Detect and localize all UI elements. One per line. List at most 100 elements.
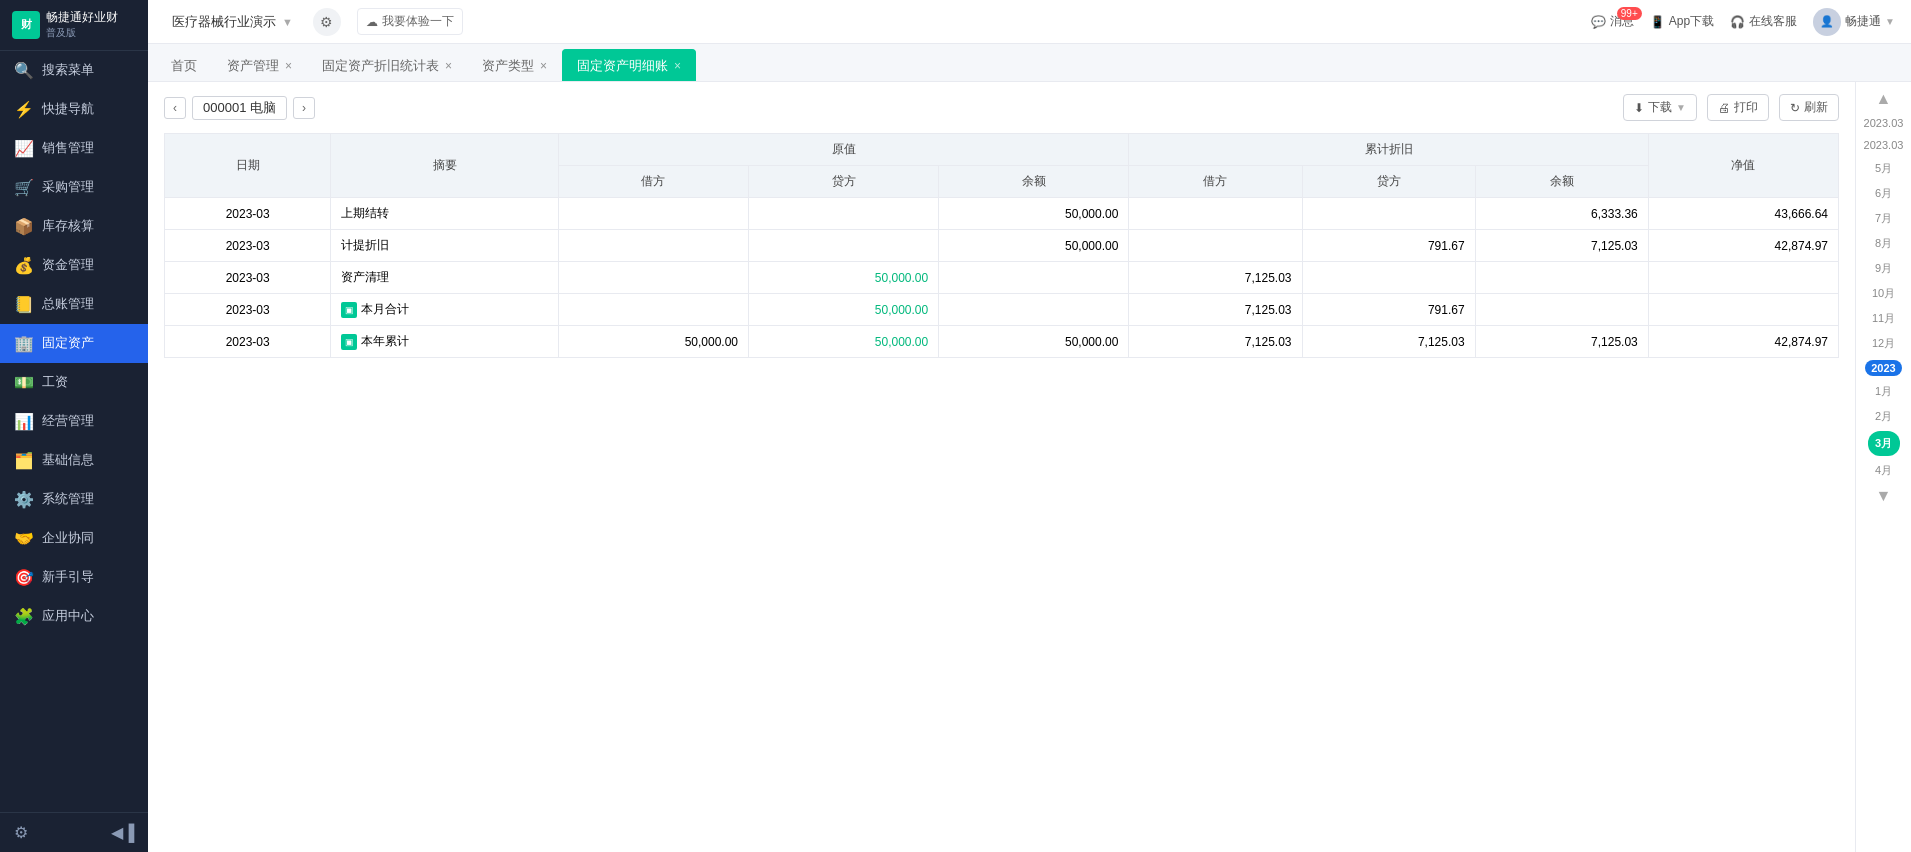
collapse-icon[interactable]: ◀▐ — [111, 823, 134, 842]
cell-orig-balance: 50,000.00 — [939, 230, 1129, 262]
cell-net — [1648, 262, 1838, 294]
asset-navigator: ‹ 000001 电脑 › — [164, 96, 315, 120]
sidebar-item-general-ledger[interactable]: 📒 总账管理 — [0, 285, 148, 324]
sidebar-item-guide[interactable]: 🎯 新手引导 — [0, 558, 148, 597]
sidebar-item-purchase[interactable]: 🛒 采购管理 — [0, 168, 148, 207]
chevron-down-icon: ▼ — [282, 16, 293, 28]
table-row: 2023-03 ▣本月合计 50,000.00 7,125.03 791.67 — [165, 294, 1839, 326]
timeline-month-6[interactable]: 6月 — [1856, 181, 1911, 206]
row-icon: ▣ — [341, 334, 357, 350]
sidebar-item-label: 搜索菜单 — [42, 61, 94, 79]
tab-close-icon[interactable]: × — [285, 59, 292, 73]
app-center-icon: 🧩 — [14, 607, 34, 626]
timeline-month-3-active[interactable]: 3月 — [1868, 431, 1900, 456]
message-button[interactable]: 💬 消息 99+ — [1591, 13, 1634, 30]
tab-home[interactable]: 首页 — [156, 49, 212, 81]
timeline-month-1[interactable]: 1月 — [1856, 379, 1911, 404]
timeline-month-11[interactable]: 11月 — [1856, 306, 1911, 331]
col-original: 原值 — [558, 134, 1129, 166]
sidebar-item-fixed-assets[interactable]: 🏢 固定资产 — [0, 324, 148, 363]
refresh-button[interactable]: ↻ 刷新 — [1779, 94, 1839, 121]
timeline-down-arrow[interactable]: ▼ — [1872, 483, 1896, 509]
cell-orig-credit: 50,000.00 — [749, 326, 939, 358]
tab-close-icon[interactable]: × — [445, 59, 452, 73]
sidebar-bottom: ⚙ ◀▐ — [0, 812, 148, 852]
service-button[interactable]: 🎧 在线客服 — [1730, 13, 1797, 30]
user-area[interactable]: 👤 畅捷通 ▼ — [1813, 8, 1895, 36]
timeline-month-10[interactable]: 10月 — [1856, 281, 1911, 306]
cell-acc-credit: 791.67 — [1302, 294, 1475, 326]
timeline-month-8[interactable]: 8月 — [1856, 231, 1911, 256]
experience-button[interactable]: ☁ 我要体验一下 — [357, 8, 463, 35]
tab-asset-detail[interactable]: 固定资产明细账 × — [562, 49, 696, 81]
download-icon: ⬇ — [1634, 101, 1644, 115]
company-selector[interactable]: 医疗器械行业演示 ▼ — [164, 9, 301, 35]
col-orig-credit: 贷方 — [749, 166, 939, 198]
tab-asset-type[interactable]: 资产类型 × — [467, 49, 562, 81]
sidebar-item-label: 资金管理 — [42, 256, 94, 274]
timeline-up-arrow[interactable]: ▲ — [1872, 86, 1896, 112]
timeline-month-7[interactable]: 7月 — [1856, 206, 1911, 231]
experience-label: 我要体验一下 — [382, 13, 454, 30]
message-icon: 💬 — [1591, 15, 1606, 29]
timeline-month-9[interactable]: 9月 — [1856, 256, 1911, 281]
sidebar-item-inventory[interactable]: 📦 库存核算 — [0, 207, 148, 246]
sidebar-item-quick-nav[interactable]: ⚡ 快捷导航 — [0, 90, 148, 129]
app-download-button[interactable]: 📱 App下载 — [1650, 13, 1714, 30]
content-main: ‹ 000001 电脑 › ⬇ 下载 ▼ 🖨 打印 ↻ — [148, 82, 1855, 852]
sidebar-item-label: 新手引导 — [42, 568, 94, 586]
timeline-year-2023-sub[interactable]: 2023.03 — [1856, 134, 1911, 156]
sidebar-item-system[interactable]: ⚙️ 系统管理 — [0, 480, 148, 519]
timeline-month-4[interactable]: 4月 — [1856, 458, 1911, 483]
download-button[interactable]: ⬇ 下载 ▼ — [1623, 94, 1697, 121]
sidebar: 财 畅捷通好业财 普及版 🔍 搜索菜单 ⚡ 快捷导航 📈 销售管理 🛒 采购管理… — [0, 0, 148, 852]
cell-date: 2023-03 — [165, 262, 331, 294]
service-icon: 🎧 — [1730, 15, 1745, 29]
cell-summary: 计提折旧 — [331, 230, 559, 262]
chevron-down-icon: ▼ — [1676, 102, 1686, 113]
cell-orig-balance — [939, 262, 1129, 294]
company-settings-button[interactable]: ⚙ — [313, 8, 341, 36]
tab-asset-mgmt[interactable]: 资产管理 × — [212, 49, 307, 81]
cell-acc-credit: 791.67 — [1302, 230, 1475, 262]
sidebar-item-funds[interactable]: 💰 资金管理 — [0, 246, 148, 285]
sidebar-item-sales[interactable]: 📈 销售管理 — [0, 129, 148, 168]
tab-close-icon[interactable]: × — [540, 59, 547, 73]
sidebar-item-app-center[interactable]: 🧩 应用中心 — [0, 597, 148, 636]
sidebar-item-label: 销售管理 — [42, 139, 94, 157]
avatar: 👤 — [1813, 8, 1841, 36]
cell-orig-debit — [558, 230, 748, 262]
cell-net: 42,874.97 — [1648, 326, 1838, 358]
prev-asset-button[interactable]: ‹ — [164, 97, 186, 119]
tab-close-icon[interactable]: × — [674, 59, 681, 73]
sidebar-item-basic-info[interactable]: 🗂️ 基础信息 — [0, 441, 148, 480]
timeline-month-2[interactable]: 2月 — [1856, 404, 1911, 429]
next-asset-button[interactable]: › — [293, 97, 315, 119]
basic-info-icon: 🗂️ — [14, 451, 34, 470]
funds-icon: 💰 — [14, 256, 34, 275]
timeline-month-12[interactable]: 12月 — [1856, 331, 1911, 356]
settings-icon[interactable]: ⚙ — [14, 823, 28, 842]
sidebar-item-business[interactable]: 📊 经营管理 — [0, 402, 148, 441]
toolbar-actions: ⬇ 下载 ▼ 🖨 打印 ↻ 刷新 — [1623, 94, 1839, 121]
table-row: 2023-03 资产清理 50,000.00 7,125.03 — [165, 262, 1839, 294]
sidebar-item-label: 企业协同 — [42, 529, 94, 547]
cell-orig-credit: 50,000.00 — [749, 294, 939, 326]
timeline-year-badge[interactable]: 2023 — [1865, 360, 1901, 376]
cell-acc-balance: 7,125.03 — [1475, 230, 1648, 262]
search-icon: 🔍 — [14, 61, 34, 80]
tab-depreciation-stats[interactable]: 固定资产折旧统计表 × — [307, 49, 467, 81]
cell-acc-credit — [1302, 262, 1475, 294]
print-button[interactable]: 🖨 打印 — [1707, 94, 1769, 121]
table-row: 2023-03 ▣本年累计 50,000.00 50,000.00 50,000… — [165, 326, 1839, 358]
timeline-year-2023-top[interactable]: 2023.03 — [1856, 112, 1911, 134]
sidebar-item-search[interactable]: 🔍 搜索菜单 — [0, 51, 148, 90]
col-acc-credit: 贷方 — [1302, 166, 1475, 198]
payroll-icon: 💵 — [14, 373, 34, 392]
sidebar-item-payroll[interactable]: 💵 工资 — [0, 363, 148, 402]
cell-orig-credit — [749, 230, 939, 262]
purchase-icon: 🛒 — [14, 178, 34, 197]
cell-orig-balance: 50,000.00 — [939, 326, 1129, 358]
sidebar-item-enterprise[interactable]: 🤝 企业协同 — [0, 519, 148, 558]
timeline-month-5[interactable]: 5月 — [1856, 156, 1911, 181]
